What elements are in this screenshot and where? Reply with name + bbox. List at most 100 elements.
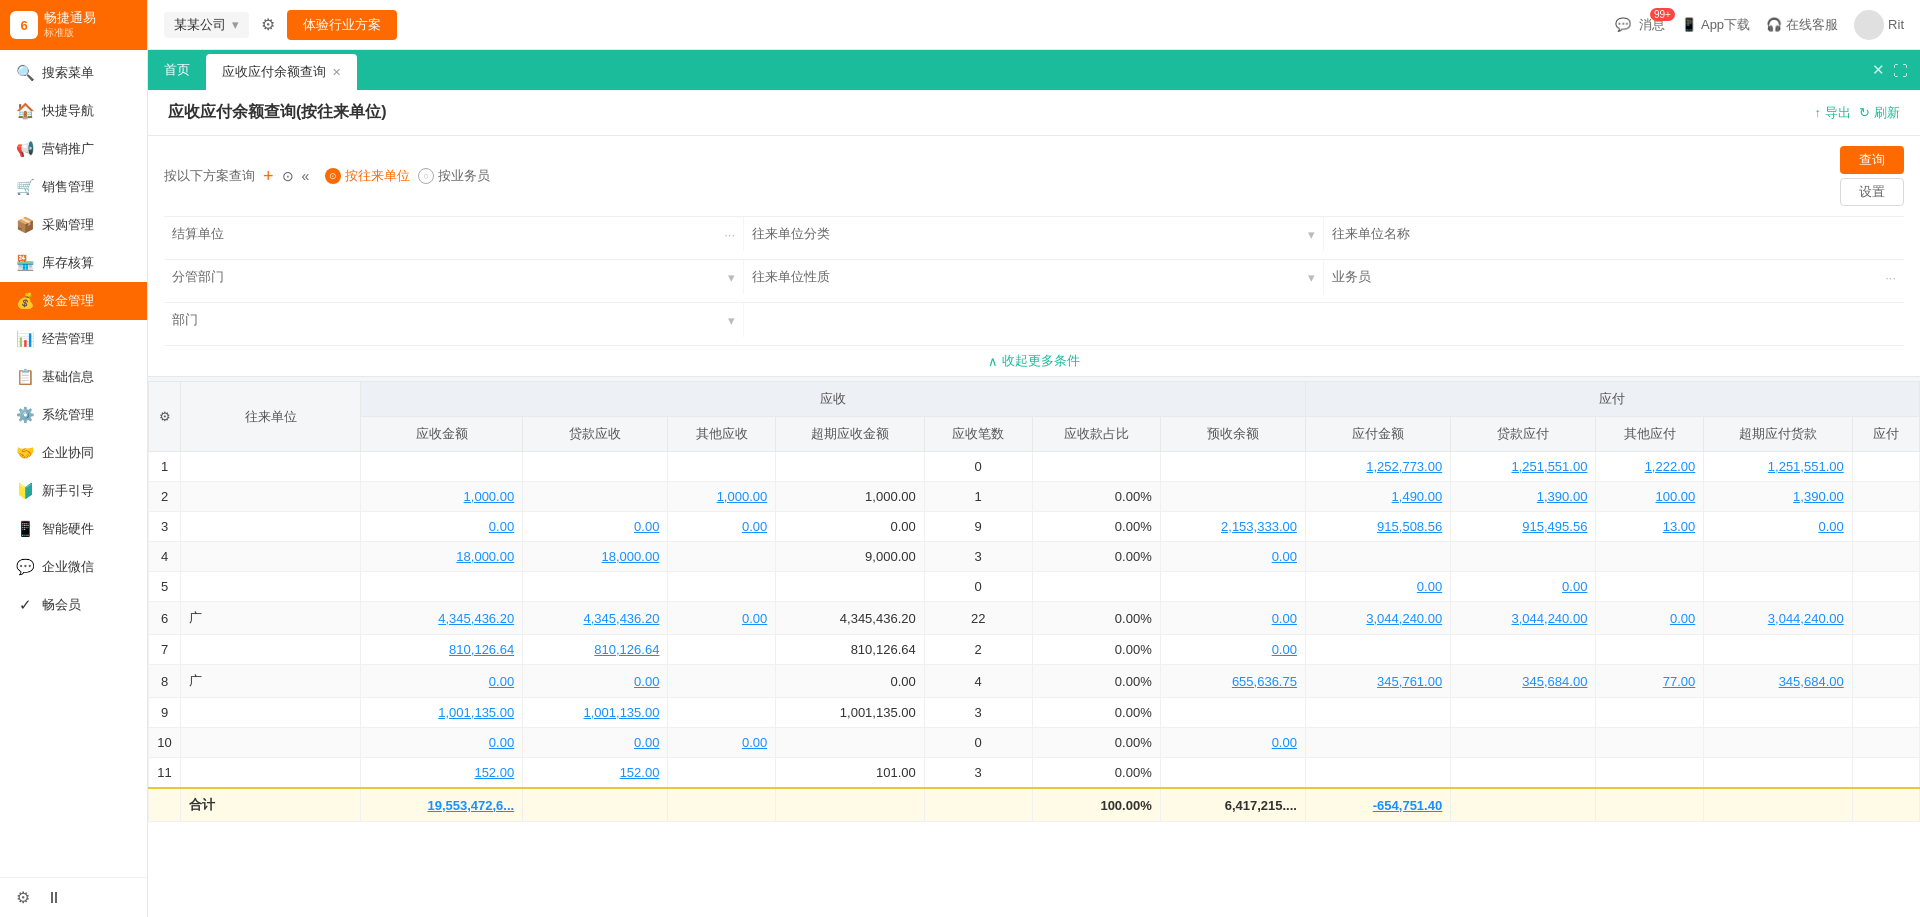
- filter-dept-arrow-icon[interactable]: ▾: [728, 270, 735, 285]
- sidebar-item-system[interactable]: ⚙️ 系统管理: [0, 396, 147, 434]
- tab-ar-query[interactable]: 应收应付余额查询 ✕: [206, 54, 357, 90]
- tab-close-icon[interactable]: ✕: [332, 66, 341, 79]
- sidebar-item-sales[interactable]: 🛒 销售管理: [0, 168, 147, 206]
- sidebar-item-member[interactable]: ✓ 畅会员: [0, 586, 147, 624]
- table-settings-th[interactable]: ⚙: [149, 382, 181, 452]
- refresh-icon: ↻: [1859, 105, 1870, 120]
- table-row: 6广4,345,436.204,345,436.200.004,345,436.…: [149, 602, 1920, 635]
- th-ap-overdue: 超期应付货款: [1704, 417, 1852, 452]
- messages-icon: 💬: [1615, 17, 1631, 32]
- sidebar-footer: ⚙ ⏸: [0, 877, 147, 917]
- user-avatar-btn[interactable]: Rit: [1854, 10, 1904, 40]
- tab-maximize-icon[interactable]: ⛶: [1893, 62, 1908, 79]
- filter-buttons: 查询 设置: [1840, 146, 1904, 206]
- th-ar-overdue: 超期应收金额: [776, 417, 924, 452]
- export-btn[interactable]: ↑ 导出: [1815, 104, 1852, 122]
- filter-panel: 按以下方案查询 + ⊙ « ⊙ 按往来单位 ○ 按业务员 查询 设置: [148, 136, 1920, 377]
- sidebar-item-quicknav[interactable]: 🏠 快捷导航: [0, 92, 147, 130]
- total-ar-count: [924, 788, 1032, 822]
- tabbar: 首页 应收应付余额查询 ✕ ✕ ⛶: [148, 50, 1920, 90]
- footer-collapse-icon[interactable]: ⏸: [46, 889, 62, 907]
- table-counterpart-th: 往来单位: [181, 382, 361, 452]
- filter-salesman-dots-icon[interactable]: ···: [1885, 270, 1896, 285]
- total-ar-ratio: 100.00%: [1032, 788, 1160, 822]
- online-service-btn[interactable]: 🎧 在线客服: [1766, 16, 1838, 34]
- sidebar-nav: 🔍 搜索菜单 🏠 快捷导航 📢 营销推广 🛒 销售管理 📦 采购管理 🏪 库存核…: [0, 50, 147, 877]
- app-download-btn[interactable]: 📱 App下载: [1681, 16, 1750, 34]
- sidebar-item-finance[interactable]: 💰 资金管理: [0, 282, 147, 320]
- messages-badge: 99+: [1650, 8, 1675, 21]
- settings-btn[interactable]: 设置: [1840, 178, 1904, 206]
- data-table: ⚙ 往来单位 应收 应付 应收金额 贷款应收 其他应收 超期应收金额 应收笔数 …: [148, 381, 1920, 822]
- online-service-label: 在线客服: [1786, 16, 1838, 34]
- th-ap-other: 其他应付: [1596, 417, 1704, 452]
- collapse-btn[interactable]: ∧ 收起更多条件: [988, 352, 1080, 370]
- org-selector[interactable]: 某某公司 ▾: [164, 12, 249, 38]
- trial-btn[interactable]: 体验行业方案: [287, 10, 397, 40]
- sidebar-item-marketing[interactable]: 📢 营销推广: [0, 130, 147, 168]
- schema-option-business[interactable]: ○ 按业务员: [418, 167, 490, 185]
- schema-nav-label: 按以下方案查询: [164, 167, 255, 185]
- sales-icon: 🛒: [16, 178, 34, 196]
- filter-field-division: 部门 ▾: [164, 303, 744, 337]
- sidebar-item-cooperation[interactable]: 🤝 企业协同: [0, 434, 147, 472]
- table-area: ⚙ 往来单位 应收 应付 应收金额 贷款应收 其他应收 超期应收金额 应收笔数 …: [148, 381, 1920, 917]
- th-ar-other: 其他应收: [668, 417, 776, 452]
- filter-division-arrow-icon[interactable]: ▾: [728, 313, 735, 328]
- schema-add-icon[interactable]: +: [263, 167, 274, 185]
- filter-settlement-dots-icon[interactable]: ···: [724, 227, 735, 242]
- schema-settings-icon[interactable]: ⊙: [282, 168, 294, 184]
- query-btn[interactable]: 查询: [1840, 146, 1904, 174]
- filter-content-wrap: 按以下方案查询 + ⊙ « ⊙ 按往来单位 ○ 按业务员 查询 设置: [148, 136, 1920, 917]
- sidebar-label-sales: 销售管理: [42, 178, 94, 196]
- schema-option-unit[interactable]: ⊙ 按往来单位: [325, 167, 410, 185]
- sidebar-logo: 6 畅捷通易 标准版: [0, 0, 147, 50]
- sidebar-item-management[interactable]: 📊 经营管理: [0, 320, 147, 358]
- page-container: 应收应付余额查询(按往来单位) ↑ 导出 ↻ 刷新: [148, 90, 1920, 917]
- logo-icon: 6: [10, 11, 38, 39]
- sidebar-item-purchase[interactable]: 📦 采购管理: [0, 206, 147, 244]
- search-icon: 🔍: [16, 64, 34, 82]
- total-ap-overdue: [1704, 788, 1852, 822]
- messages-btn[interactable]: 💬 99+ 消息: [1615, 16, 1665, 34]
- sidebar-label-member: 畅会员: [42, 596, 81, 614]
- org-dropdown-icon: ▾: [232, 17, 239, 32]
- tab-home[interactable]: 首页: [148, 50, 206, 90]
- wechat-icon: 💬: [16, 558, 34, 576]
- tab-close-window-icon[interactable]: ✕: [1872, 61, 1885, 79]
- basic-icon: 📋: [16, 368, 34, 386]
- sidebar-item-inventory[interactable]: 🏪 库存核算: [0, 244, 147, 282]
- topbar-gear-icon[interactable]: ⚙: [261, 15, 275, 34]
- th-ap-extra: 应付: [1852, 417, 1919, 452]
- filter-unit-category-label: 往来单位分类: [752, 225, 830, 243]
- page-header: 应收应付余额查询(按往来单位) ↑ 导出 ↻ 刷新: [148, 90, 1920, 136]
- guide-icon: 🔰: [16, 482, 34, 500]
- th-advance: 预收余额: [1160, 417, 1305, 452]
- schema-collapse-left-icon[interactable]: «: [302, 168, 310, 184]
- sidebar-label-quicknav: 快捷导航: [42, 102, 94, 120]
- filter-unit-nature-label: 往来单位性质: [752, 268, 830, 286]
- sidebar-item-search[interactable]: 🔍 搜索菜单: [0, 54, 147, 92]
- filter-field-unit-name: 往来单位名称: [1324, 217, 1904, 251]
- footer-settings-icon[interactable]: ⚙: [16, 888, 30, 907]
- filter-salesman-label: 业务员: [1332, 268, 1407, 286]
- table-ap-group-th: 应付: [1305, 382, 1919, 417]
- sidebar-item-basic[interactable]: 📋 基础信息: [0, 358, 147, 396]
- sidebar-item-hardware[interactable]: 📱 智能硬件: [0, 510, 147, 548]
- org-name: 某某公司: [174, 16, 226, 34]
- filter-unit-category-arrow-icon[interactable]: ▾: [1308, 227, 1315, 242]
- filter-unit-nature-arrow-icon[interactable]: ▾: [1308, 270, 1315, 285]
- inventory-icon: 🏪: [16, 254, 34, 272]
- total-ap-amount[interactable]: -654,751.40: [1305, 788, 1450, 822]
- schema-option-business-label: 按业务员: [438, 167, 490, 185]
- th-ar-loan: 贷款应收: [523, 417, 668, 452]
- filter-field-unit-nature: 往来单位性质 ▾: [744, 260, 1324, 294]
- table-ar-group-th: 应收: [361, 382, 1306, 417]
- refresh-btn[interactable]: ↻ 刷新: [1859, 104, 1900, 122]
- schema-nav-row: 按以下方案查询 + ⊙ « ⊙ 按往来单位 ○ 按业务员 查询 设置: [164, 146, 1904, 206]
- total-ar-amount[interactable]: 19,553,472,6...: [361, 788, 523, 822]
- sidebar-item-wechat[interactable]: 💬 企业微信: [0, 548, 147, 586]
- th-ar-amount: 应收金额: [361, 417, 523, 452]
- filter-field-dept: 分管部门 ▾: [164, 260, 744, 294]
- sidebar-item-guide[interactable]: 🔰 新手引导: [0, 472, 147, 510]
